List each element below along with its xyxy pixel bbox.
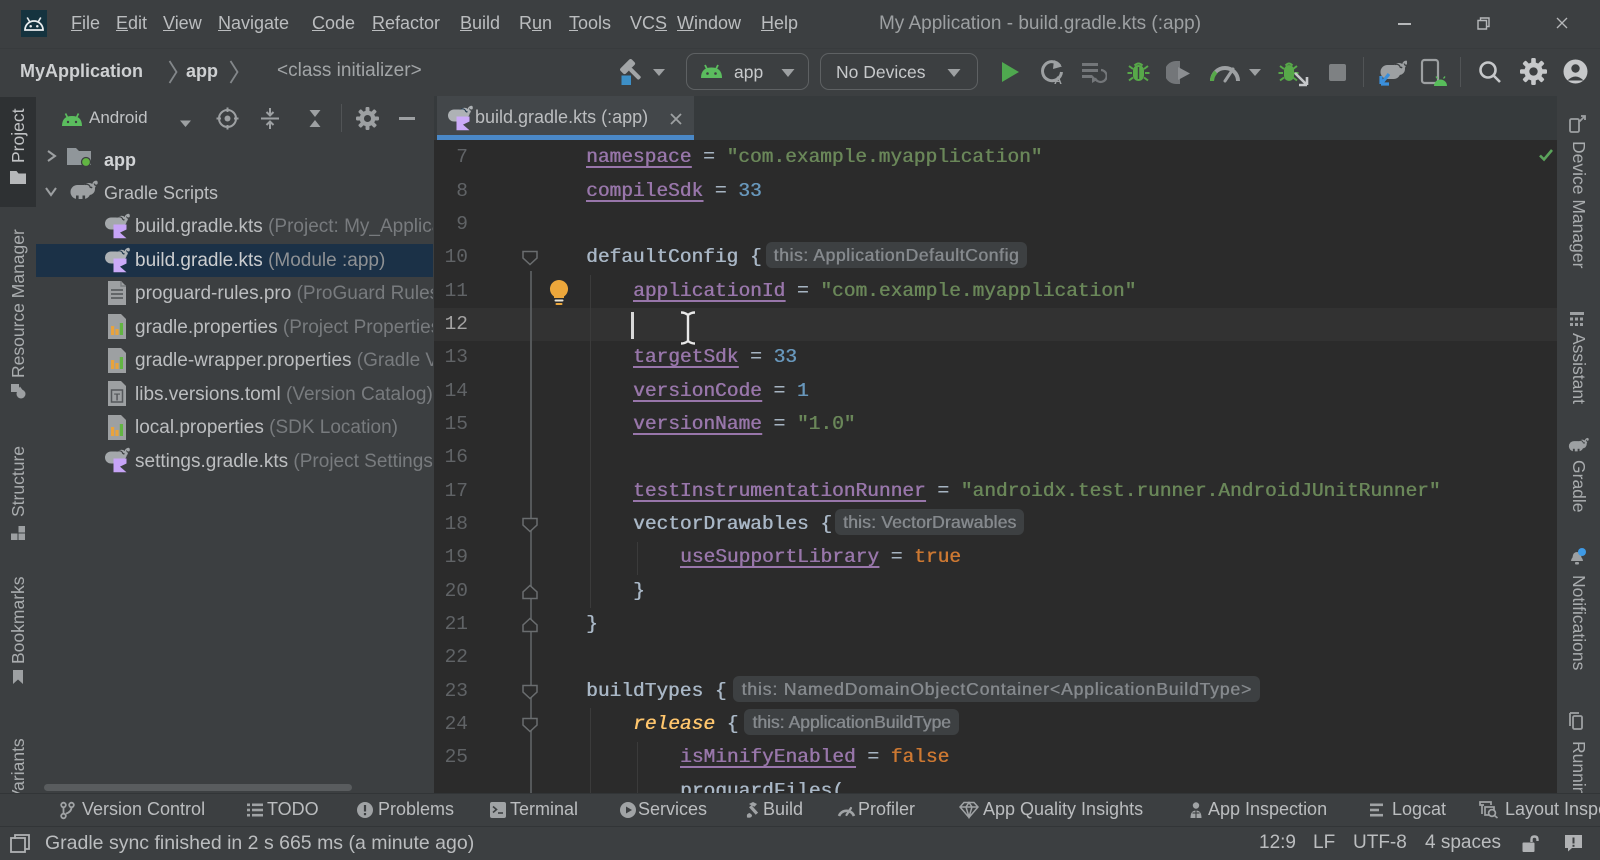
svg-text:T: T (114, 393, 120, 404)
svg-text:A: A (1054, 75, 1062, 86)
